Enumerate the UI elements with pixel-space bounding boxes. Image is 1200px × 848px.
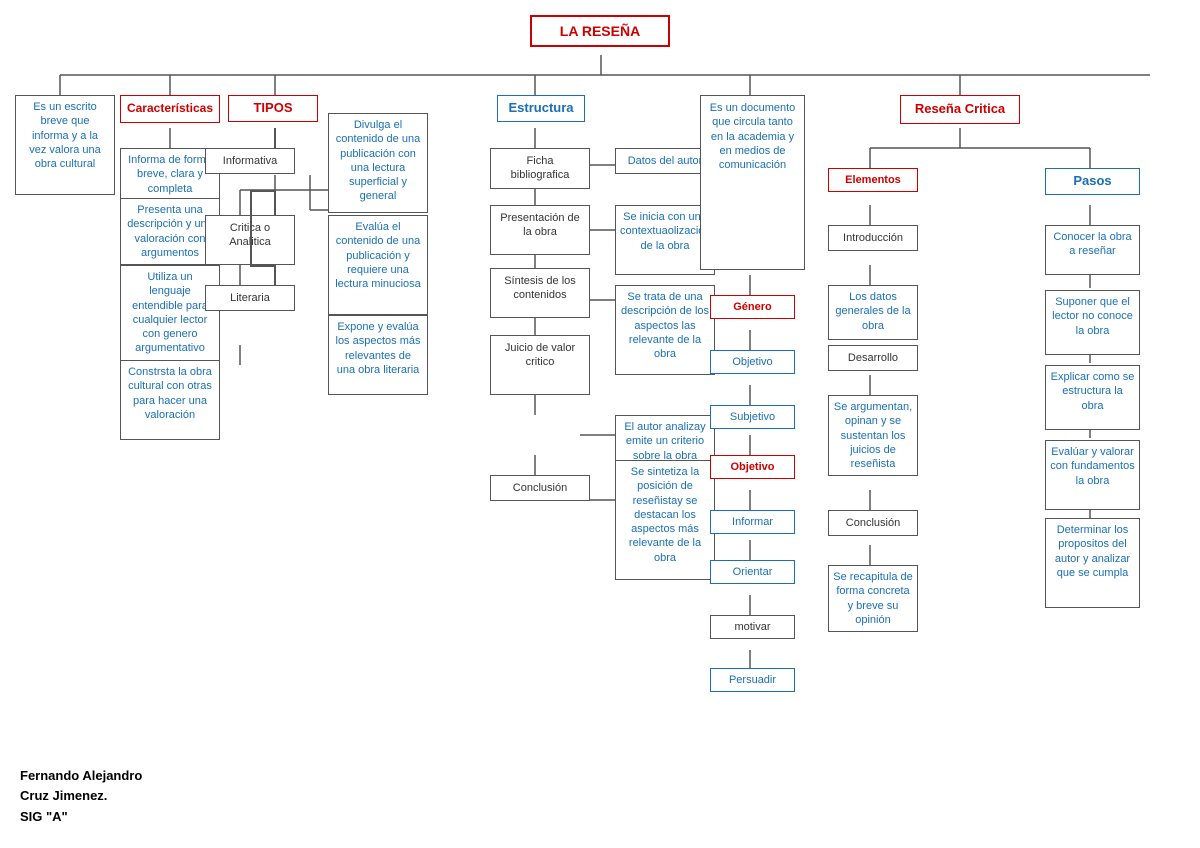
determinar-box: Determinar los propositos del autor y an…: [1045, 518, 1140, 608]
juicio-box: Juicio de valor critico: [490, 335, 590, 395]
sintetiza-box: Se sintetiza la posición de reseñistay s…: [615, 460, 715, 580]
pasos-header: Pasos: [1045, 168, 1140, 195]
presentacion-box: Presentación de la obra: [490, 205, 590, 255]
datos-generales-box: Los datos generales de la obra: [828, 285, 918, 340]
introduccion-box: Introducción: [828, 225, 918, 251]
persuadir-box: Persuadir: [710, 668, 795, 692]
tipo-desc2: Evalúa el contenido de una publicación y…: [328, 215, 428, 315]
estructura-header: Estructura: [497, 95, 585, 122]
footer: Fernando Alejandro Cruz Jimenez. SIG "A": [20, 766, 142, 828]
conocer-box: Conocer la obra a reseñar: [1045, 225, 1140, 275]
informativa-box: Informativa: [205, 148, 295, 174]
sintesis-box: Síntesis de los contenidos: [490, 268, 590, 318]
footer-line2: Cruz Jimenez.: [20, 786, 142, 807]
informar-box: Informar: [710, 510, 795, 534]
conclusion-e-box: Conclusión: [490, 475, 590, 501]
evaluar-box: Evalúar y valorar con fundamentos la obr…: [1045, 440, 1140, 510]
tipos-header: TIPOS: [228, 95, 318, 122]
car3-box: Utiliza un lenguaje entendible para cual…: [120, 265, 220, 361]
objetivo-g-box: Objetivo: [710, 350, 795, 374]
car4-box: Constrsta la obra cultural con otras par…: [120, 360, 220, 440]
elementos-header: Elementos: [828, 168, 918, 192]
footer-line3: SIG "A": [20, 807, 142, 828]
documento-box: Es un documento que circula tanto en la …: [700, 95, 805, 270]
def-box: Es un escrito breve que informa y a la v…: [15, 95, 115, 195]
subjetivo-box: Subjetivo: [710, 405, 795, 429]
trata-box: Se trata de una descripción de los aspec…: [615, 285, 715, 375]
motivar-box: motivar: [710, 615, 795, 639]
suponer-box: Suponer que el lector no conoce la obra: [1045, 290, 1140, 355]
orientar-box: Orientar: [710, 560, 795, 584]
caracteristicas-header: Características: [120, 95, 220, 123]
desarrollo-box: Desarrollo: [828, 345, 918, 371]
conclusion-rc-box: Conclusión: [828, 510, 918, 536]
tipo-desc3: Expone y evalúa los aspectos más relevan…: [328, 315, 428, 395]
literaria-box: Literaria: [205, 285, 295, 311]
footer-line1: Fernando Alejandro: [20, 766, 142, 787]
resena-critica-header: Reseña Critica: [900, 95, 1020, 124]
concept-map: LA RESEÑA Es un escrito breve que inform…: [0, 0, 1200, 700]
se-recapitula-box: Se recapitula de forma concreta y breve …: [828, 565, 918, 632]
ficha-box: Ficha bibliografica: [490, 148, 590, 189]
tipo-desc1: Divulga el contenido de una publicación …: [328, 113, 428, 213]
explicar-box: Explicar como se estructura la obra: [1045, 365, 1140, 430]
main-title: LA RESEÑA: [530, 15, 670, 47]
genero-box: Género: [710, 295, 795, 319]
se-argumentan-box: Se argumentan, opinan y se sustentan los…: [828, 395, 918, 476]
objetivo-r-box: Objetivo: [710, 455, 795, 479]
